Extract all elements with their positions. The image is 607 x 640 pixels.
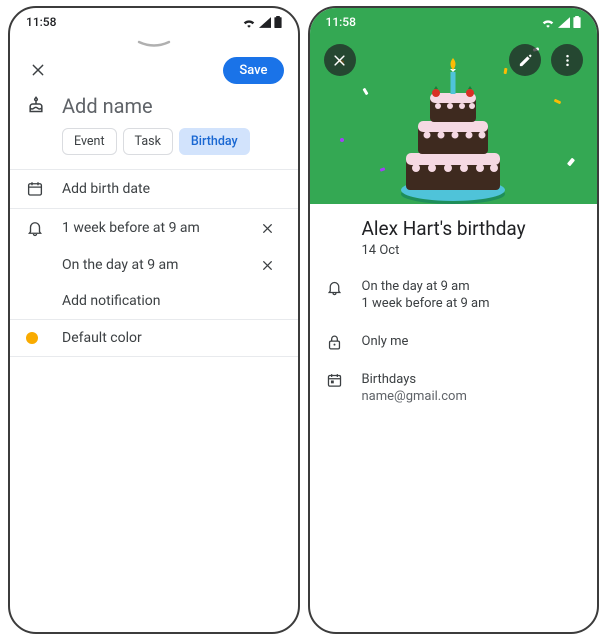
battery-icon [573,16,581,28]
detail-body: Alex Hart's birthday 14 Oct On the day a… [310,204,598,430]
edit-button[interactable] [509,44,541,76]
notification-row-0[interactable]: 1 week before at 9 am [10,209,298,247]
close-icon [261,259,274,272]
close-icon [30,62,46,78]
notification-1-label: On the day at 9 am [62,257,254,273]
birth-date-row[interactable]: Add birth date [10,170,298,208]
remove-notification-0[interactable] [254,222,282,235]
add-notification-row[interactable]: Add notification [10,283,298,319]
calendar-account: name@gmail.com [362,388,582,406]
title-row: Add name [10,90,298,126]
color-swatch-icon [26,332,38,344]
close-icon [261,222,274,235]
notification-0-label: 1 week before at 9 am [62,220,254,236]
notification-1: 1 week before at 9 am [362,295,582,313]
signal-icon [558,17,570,28]
chip-event[interactable]: Event [62,128,117,155]
cake-icon [26,94,46,114]
signal-icon [259,17,271,28]
status-bar: 11:58 [10,8,298,36]
notifications-row: On the day at 9 am 1 week before at 9 am [326,268,582,323]
calendar-name: Birthdays [362,371,582,389]
close-button[interactable] [24,56,52,84]
birth-date-label: Add birth date [62,181,282,197]
pencil-icon [518,53,533,68]
bell-icon [326,279,343,296]
add-notification-label: Add notification [62,293,282,309]
notification-row-1[interactable]: On the day at 9 am [10,247,298,283]
type-chips: Event Task Birthday [10,126,298,169]
status-icons [242,16,282,28]
event-date: 14 Oct [362,243,526,258]
wifi-icon [541,17,555,28]
lock-icon [326,334,343,351]
close-icon [332,53,347,68]
chip-task[interactable]: Task [123,128,173,155]
phone-create-birthday: 11:58 Save Add name Event Task Birthday [8,6,300,634]
visibility-label: Only me [362,333,582,351]
top-bar: Save [10,50,298,90]
color-row[interactable]: Default color [10,320,298,356]
calendar-icon [26,180,44,198]
close-button[interactable] [324,44,356,76]
remove-notification-1[interactable] [254,259,282,272]
notification-0: On the day at 9 am [362,278,582,296]
status-time: 11:58 [326,15,356,29]
visibility-row: Only me [326,323,582,361]
phone-view-birthday: 11:58 Alex Har [308,6,600,634]
color-label: Default color [62,330,282,346]
chip-birthday[interactable]: Birthday [179,128,250,155]
calendar-icon [326,372,343,389]
divider [10,356,298,357]
status-icons [541,16,581,28]
name-input[interactable]: Add name [62,94,153,118]
save-button-label: Save [239,63,267,78]
wifi-icon [242,17,256,28]
overflow-menu-button[interactable] [551,44,583,76]
status-bar: 11:58 [310,8,598,36]
battery-icon [274,16,282,28]
calendar-row: Birthdays name@gmail.com [326,361,582,416]
event-title: Alex Hart's birthday [362,218,526,241]
more-vert-icon [560,53,575,68]
birthday-cake-illustration [388,44,518,204]
hero-image: 11:58 [310,8,598,204]
bell-icon [26,219,44,237]
event-header: Alex Hart's birthday 14 Oct [326,218,582,258]
save-button[interactable]: Save [223,57,283,84]
status-time: 11:58 [26,15,56,29]
drag-handle-icon[interactable] [10,36,298,50]
